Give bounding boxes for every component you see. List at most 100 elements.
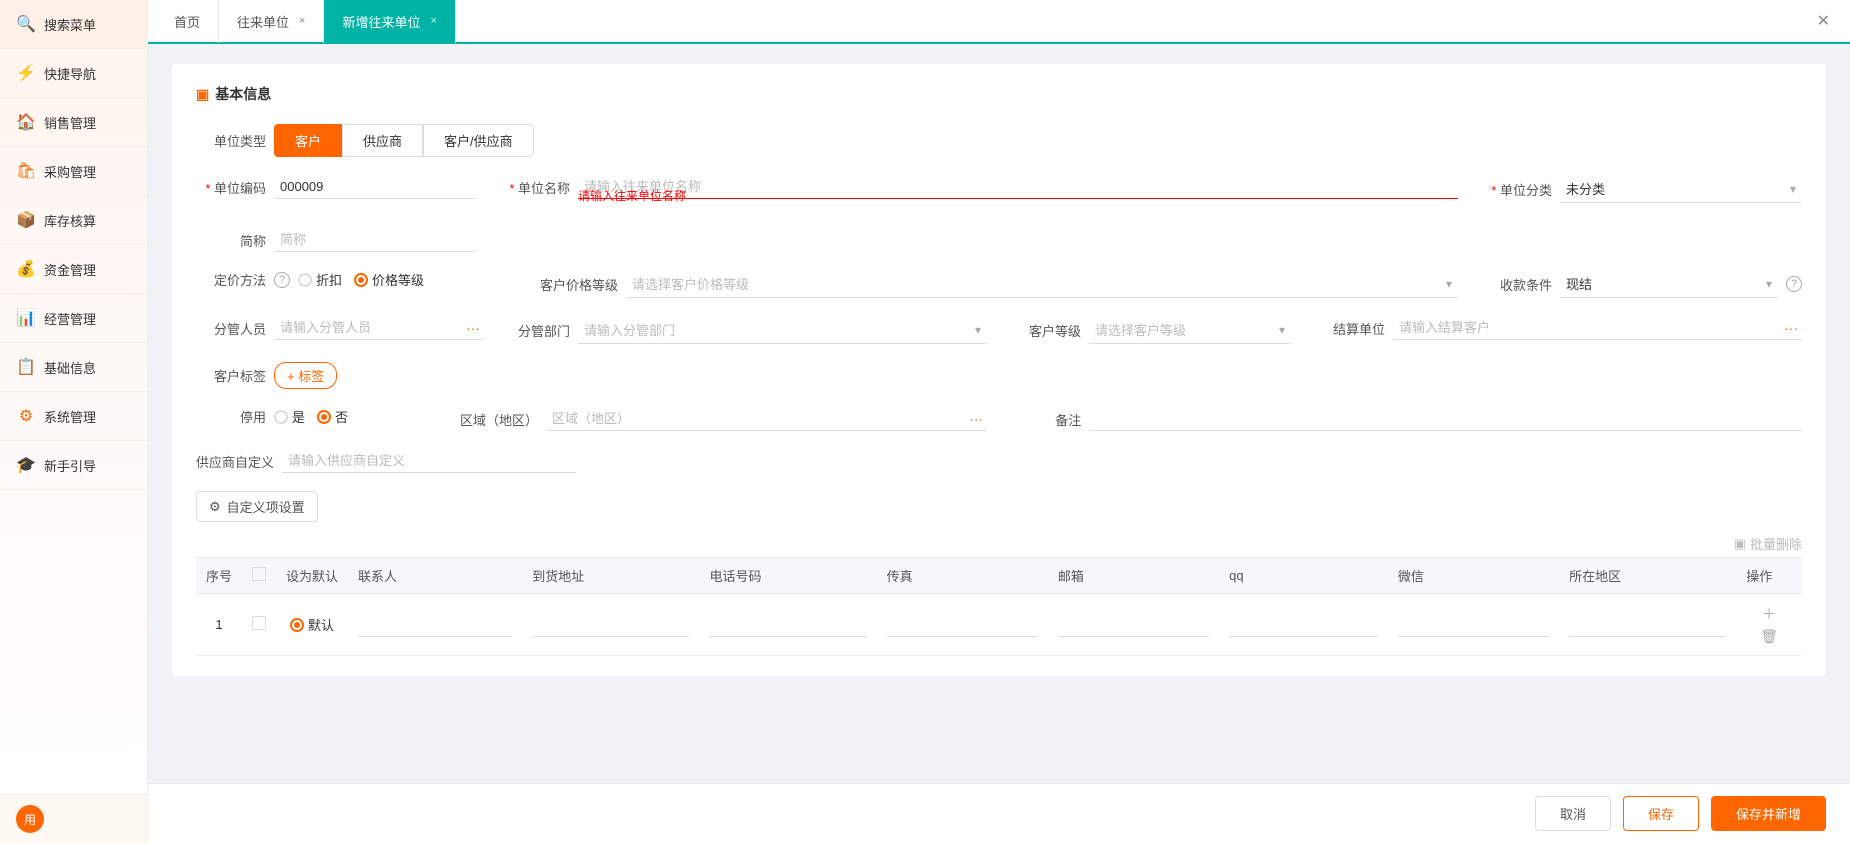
sidebar-item-system[interactable]: ⚙ 系统管理 [0,392,147,441]
row-disabled-region: 停用 是 否 区域（地区） [196,407,1802,431]
sidebar-user-area[interactable]: 用 [0,794,147,843]
custom-setting-icon: ⚙ [209,499,221,515]
discount-radio[interactable]: 折扣 [298,270,342,289]
cell-checkbox [242,594,276,656]
region-table-input[interactable] [1569,613,1726,637]
unit-code-input[interactable] [274,175,476,199]
close-all-tabs-button[interactable]: ✕ [1805,11,1842,31]
save-button[interactable]: 保存 [1623,796,1699,831]
address-input[interactable] [532,613,689,637]
department-chevron: ▾ [975,323,981,337]
table-row: 1 默认 [196,594,1802,656]
sidebar-item-quick-nav[interactable]: ⚡ 快捷导航 [0,49,147,98]
region-dots-btn[interactable]: ··· [965,411,987,427]
department-value: 请输入分管部门 ▾ [578,316,987,344]
manager-field: 分管人员 ··· [196,316,476,340]
unit-name-label: 单位名称 [500,178,570,197]
add-tag-button[interactable]: + 标签 [274,362,337,389]
region-input[interactable] [546,407,965,430]
customer-level-select[interactable]: 请选择客户等级 ▾ [1089,316,1291,344]
cell-default: 默认 [276,594,348,656]
unit-type-both-btn[interactable]: 客户/供应商 [423,124,534,157]
department-select[interactable]: 请输入分管部门 ▾ [578,316,987,344]
settlement-unit-wrapper: ··· [1393,316,1802,340]
remarks-input[interactable] [1089,407,1802,431]
tab-contacts[interactable]: 往来单位 × [219,0,324,43]
tab-home[interactable]: 首页 [156,0,219,43]
disabled-no-radio[interactable]: 否 [317,407,348,426]
customer-price-level-value: 请选择客户价格等级 ▾ [626,270,1458,298]
email-input[interactable] [1058,613,1209,637]
sidebar-item-label: 快捷导航 [44,64,96,83]
customer-price-level-select[interactable]: 请选择客户价格等级 ▾ [626,270,1458,298]
contact-input[interactable] [358,613,512,637]
pricing-method-label: 定价方法 [196,270,266,289]
row-code-name-category: 单位编码 单位名称 请输入往来单位名称 单位分类 未分类 ▾ [196,175,1802,210]
cancel-button[interactable]: 取消 [1535,796,1611,831]
cell-address [522,594,699,656]
fax-input[interactable] [887,613,1038,637]
supplier-custom-input[interactable] [282,449,576,473]
tab-contacts-close[interactable]: × [299,15,305,27]
sidebar-item-inventory[interactable]: 📦 库存核算 [0,196,147,245]
disabled-yes-label: 是 [292,407,305,426]
sidebar-item-label: 新手引导 [44,456,96,475]
col-action: 操作 [1736,558,1802,594]
disabled-yes-radio[interactable]: 是 [274,407,305,426]
pricing-method-help-icon[interactable]: ? [274,272,290,288]
custom-setting-button[interactable]: ⚙ 自定义项设置 [196,491,318,522]
region-label: 区域（地区） [460,410,538,429]
price-level-radio[interactable]: 价格等级 [354,270,424,289]
select-all-checkbox[interactable] [252,567,266,581]
customer-price-level-label: 客户价格等级 [540,275,618,294]
unit-type-customer-btn[interactable]: 客户 [274,124,342,157]
tab-new-contact-close[interactable]: × [430,15,436,27]
sidebar-item-operations[interactable]: 📊 经营管理 [0,294,147,343]
supplier-custom-label: 供应商自定义 [196,452,274,471]
settlement-unit-input[interactable] [1393,316,1780,339]
sidebar-item-guide[interactable]: 🎓 新手引导 [0,441,147,490]
sidebar-item-finance[interactable]: 💰 资金管理 [0,245,147,294]
unit-type-label: 单位类型 [196,131,266,150]
payment-terms-label: 收款条件 [1482,275,1552,294]
add-row-button[interactable]: ＋ [1758,602,1780,626]
department-field: 分管部门 请输入分管部门 ▾ [500,316,987,344]
delete-row-button[interactable]: 🗑 [1756,626,1782,647]
payment-terms-value: 现结 ▾ [1560,270,1778,298]
short-name-input[interactable] [274,228,476,252]
pricing-radio-group: 折扣 价格等级 [298,270,424,289]
qq-input[interactable] [1229,613,1378,637]
unit-category-select[interactable]: 未分类 ▾ [1560,175,1802,203]
payment-terms-select[interactable]: 现结 ▾ [1560,270,1778,298]
row-tags: 客户标签 + 标签 [196,362,1802,389]
default-radio[interactable]: 默认 [286,615,338,634]
sidebar: 🔍 搜索菜单 ⚡ 快捷导航 🏠 销售管理 🛍 采购管理 📦 库存核算 💰 资金管… [0,0,148,843]
cell-fax [877,594,1048,656]
sidebar-item-purchase[interactable]: 🛍 采购管理 [0,147,147,196]
disabled-yes-circle [274,410,288,424]
batch-delete-label[interactable]: 批量删除 [1750,534,1802,553]
sidebar-item-basic-info[interactable]: 📋 基础信息 [0,343,147,392]
tab-new-contact[interactable]: 新增往来单位 × [324,0,455,43]
phone-input[interactable] [709,613,866,637]
cell-no: 1 [196,594,242,656]
col-phone: 电话号码 [699,558,876,594]
region-input-wrapper: ··· [546,407,987,431]
page-content: ▣ 基本信息 单位类型 客户 供应商 客户/供应商 单位编码 [148,44,1850,783]
pricing-method-field: 定价方法 ? 折扣 价格等级 [196,270,516,289]
sidebar-item-sales[interactable]: 🏠 销售管理 [0,98,147,147]
save-new-button[interactable]: 保存并新增 [1711,796,1826,831]
clipboard-icon: 📋 [16,357,36,377]
manager-input[interactable] [274,316,462,339]
row-checkbox[interactable] [252,616,266,630]
sidebar-item-search[interactable]: 🔍 搜索菜单 [0,0,147,49]
settlement-unit-dots-btn[interactable]: ··· [1780,320,1802,336]
unit-type-supplier-btn[interactable]: 供应商 [342,124,423,157]
manager-dots-btn[interactable]: ··· [462,320,484,336]
col-no: 序号 [196,558,242,594]
remarks-label: 备注 [1011,410,1081,429]
tab-new-contact-label: 新增往来单位 [342,12,420,31]
payment-terms-help-icon[interactable]: ? [1786,276,1802,292]
home-icon: 🏠 [16,112,36,132]
wechat-input[interactable] [1398,613,1549,637]
